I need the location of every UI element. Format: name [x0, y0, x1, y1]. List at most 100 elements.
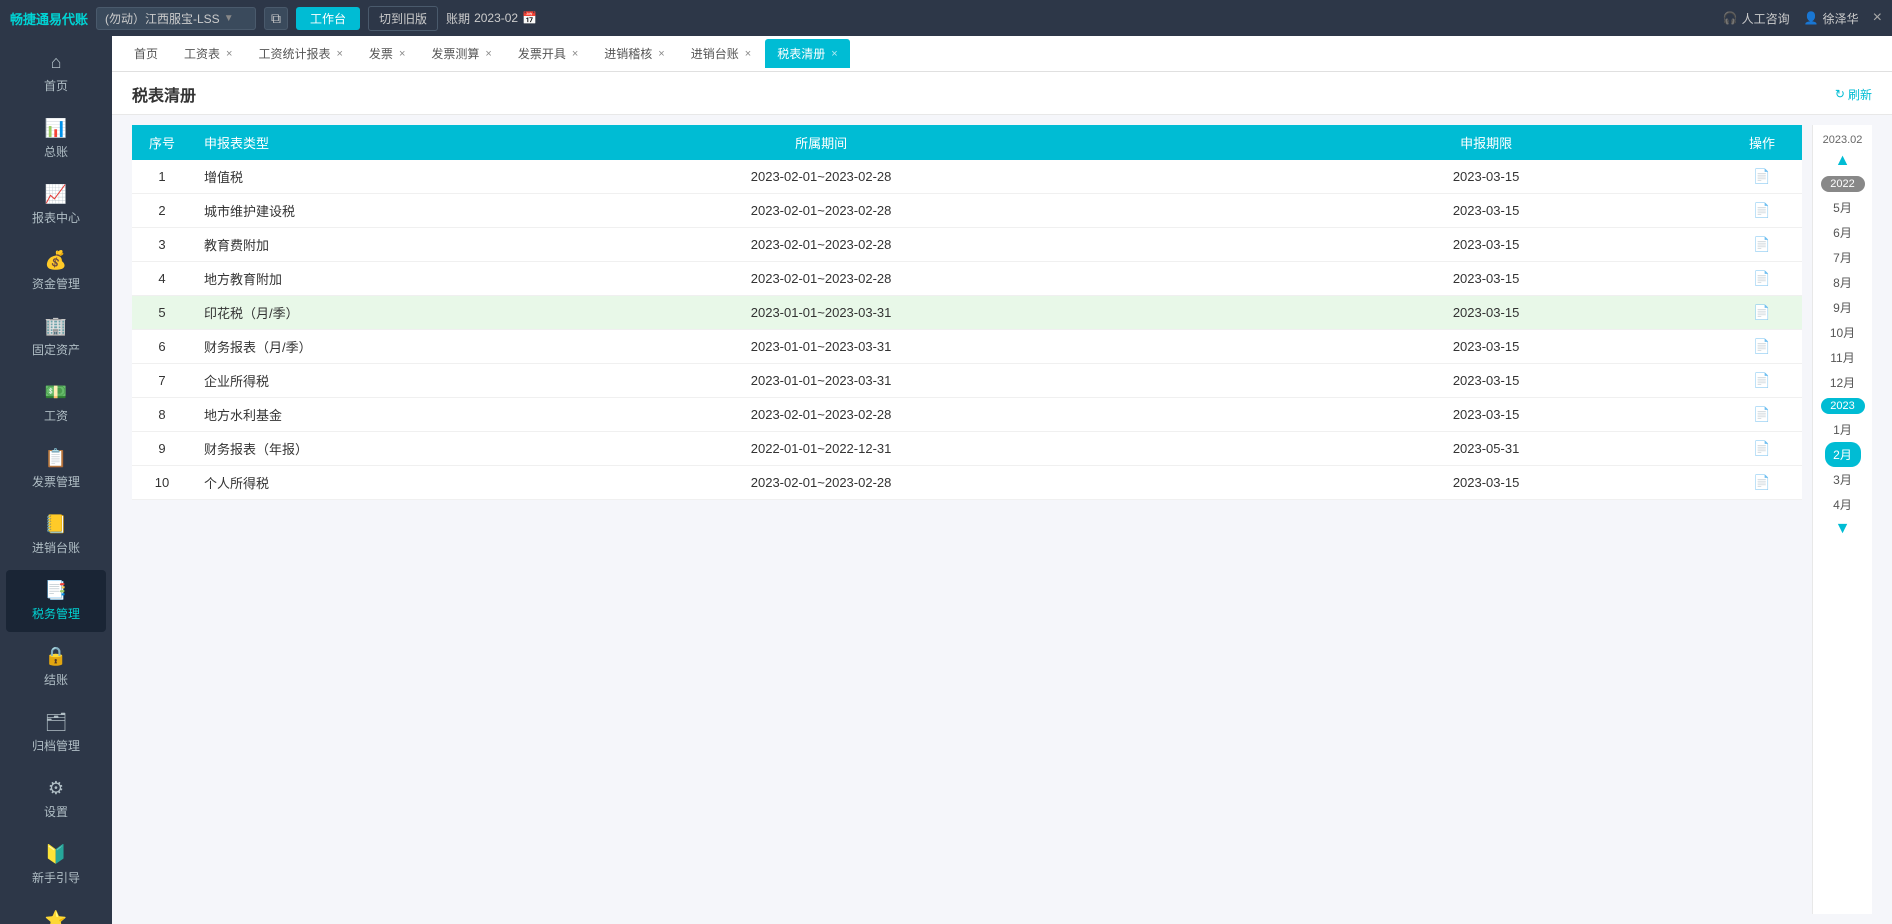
tax-mgmt-icon: 📑 [45, 580, 67, 601]
refresh-button[interactable]: ↻ 刷新 [1835, 86, 1872, 103]
tab-salary-stats-close[interactable]: × [336, 48, 342, 60]
sidebar-item-ledger[interactable]: 📊 总账 [6, 108, 106, 170]
cell-type: 企业所得税 [192, 364, 392, 398]
salary-icon: 💵 [45, 382, 67, 403]
action-file-icon[interactable]: 📄 [1753, 270, 1770, 286]
tab-tax-list-close[interactable]: × [831, 48, 837, 60]
period-value: 2023-02 [474, 11, 518, 25]
action-file-icon[interactable]: 📄 [1753, 372, 1770, 388]
sidebar-item-reports[interactable]: 📈 报表中心 [6, 174, 106, 236]
content-area: 首页 工资表 × 工资统计报表 × 发票 × 发票测算 × 发票开具 × [112, 36, 1892, 924]
action-file-icon[interactable]: 📄 [1753, 440, 1770, 456]
tab-salary-stats[interactable]: 工资统计报表 × [246, 39, 354, 68]
sidebar-item-funds[interactable]: 💰 资金管理 [6, 240, 106, 302]
user-profile[interactable]: 👤 徐泽华 [1804, 10, 1859, 27]
switch-old-button[interactable]: 切到旧版 [368, 6, 438, 31]
sidebar-item-tax-mgmt[interactable]: 📑 税务管理 [6, 570, 106, 632]
tab-invoice[interactable]: 发票 × [357, 39, 417, 68]
cell-seq: 9 [132, 432, 192, 466]
timeline-month-apr[interactable]: 4月 [1813, 492, 1872, 517]
tab-invoice-open-close[interactable]: × [572, 48, 578, 60]
cell-seq: 10 [132, 466, 192, 500]
timeline-month-may[interactable]: 5月 [1813, 195, 1872, 220]
timeline-month-dec[interactable]: 12月 [1813, 370, 1872, 395]
tab-purchase-review[interactable]: 进销稽核 × [592, 39, 676, 68]
sidebar-item-fixed-assets[interactable]: 🏢 固定资产 [6, 306, 106, 368]
company-selector[interactable]: (勿动）江西服宝-LSS ▼ [96, 7, 256, 30]
cell-period: 2023-02-01~2023-02-28 [392, 160, 1250, 194]
tab-invoice-calc-close[interactable]: × [485, 48, 491, 60]
workbench-button[interactable]: 工作台 [296, 7, 360, 30]
sidebar-item-invoice-mgmt[interactable]: 📋 发票管理 [6, 438, 106, 500]
sidebar-label-salary: 工资 [44, 407, 68, 424]
timeline-panel: 2023.02 ▲ 2022 5月 6月 7月 8月 9月 10月 11月 12… [1812, 125, 1872, 914]
sidebar-label-guide: 新手引导 [32, 869, 80, 886]
cell-action: 📄 [1722, 432, 1802, 466]
action-file-icon[interactable]: 📄 [1753, 338, 1770, 354]
sidebar-item-home[interactable]: ⌂ 首页 [6, 42, 106, 104]
col-deadline: 申报期限 [1250, 125, 1722, 160]
timeline-month-sep[interactable]: 9月 [1813, 295, 1872, 320]
ledger-icon: 📊 [45, 118, 67, 139]
guide-icon: 🔰 [45, 844, 67, 865]
col-type: 申报表类型 [192, 125, 392, 160]
tab-tax-list[interactable]: 税表清册 × [765, 39, 849, 68]
sidebar-label-ledger: 总账 [44, 143, 68, 160]
action-file-icon[interactable]: 📄 [1753, 406, 1770, 422]
sidebar-item-guide[interactable]: 🔰 新手引导 [6, 834, 106, 896]
sidebar-item-member[interactable]: ⭐ 畅会员 [6, 900, 106, 924]
timeline-month-jan[interactable]: 1月 [1813, 417, 1872, 442]
cell-type: 财务报表（月/季） [192, 330, 392, 364]
timeline-month-oct[interactable]: 10月 [1813, 320, 1872, 345]
tab-purchase-ledger-label: 进销台账 [691, 45, 739, 62]
timeline-month-nov[interactable]: 11月 [1813, 345, 1872, 370]
timeline-year-2023[interactable]: 2023 [1821, 398, 1865, 414]
action-file-icon[interactable]: 📄 [1753, 202, 1770, 218]
tab-salary-table-label: 工资表 [184, 45, 220, 62]
cell-deadline: 2023-03-15 [1250, 228, 1722, 262]
tab-purchase-ledger[interactable]: 进销台账 × [679, 39, 763, 68]
action-file-icon[interactable]: 📄 [1753, 474, 1770, 490]
timeline-down-arrow[interactable]: ▼ [1835, 517, 1851, 541]
topbar-right: 🎧 人工咨询 👤 徐泽华 × [1723, 9, 1882, 27]
timeline-month-jul[interactable]: 7月 [1813, 245, 1872, 270]
timeline-month-aug[interactable]: 8月 [1813, 270, 1872, 295]
timeline-up-arrow[interactable]: ▲ [1835, 149, 1851, 173]
action-file-icon[interactable]: 📄 [1753, 236, 1770, 252]
tab-salary-table[interactable]: 工资表 × [172, 39, 244, 68]
action-file-icon[interactable]: 📄 [1753, 304, 1770, 320]
sidebar-item-salary[interactable]: 💵 工资 [6, 372, 106, 434]
tab-salary-table-close[interactable]: × [226, 48, 232, 60]
tab-invoice-open[interactable]: 发票开具 × [506, 39, 590, 68]
close-button[interactable]: × [1873, 9, 1882, 27]
timeline-year-2022[interactable]: 2022 [1821, 176, 1865, 192]
sidebar-item-archive[interactable]: 🗂 归档管理 [6, 702, 106, 764]
timeline-month-jun[interactable]: 6月 [1813, 220, 1872, 245]
cell-action: 📄 [1722, 330, 1802, 364]
cell-period: 2023-01-01~2023-03-31 [392, 296, 1250, 330]
calendar-icon[interactable]: 📅 [522, 11, 537, 25]
home-icon: ⌂ [51, 52, 62, 73]
tab-salary-stats-label: 工资统计报表 [258, 45, 330, 62]
sidebar-label-funds: 资金管理 [32, 275, 80, 292]
app-logo: 畅捷通易代账 [10, 9, 88, 28]
tabbar: 首页 工资表 × 工资统计报表 × 发票 × 发票测算 × 发票开具 × [112, 36, 1892, 72]
copy-icon[interactable]: ⧉ [264, 7, 288, 30]
action-file-icon[interactable]: 📄 [1753, 168, 1770, 184]
cell-period: 2023-02-01~2023-02-28 [392, 228, 1250, 262]
timeline-month-feb[interactable]: 2月 [1825, 442, 1861, 467]
tab-invoice-calc[interactable]: 发票测算 × [419, 39, 503, 68]
sidebar-item-closing[interactable]: 🔒 结账 [6, 636, 106, 698]
cell-seq: 6 [132, 330, 192, 364]
ai-consult[interactable]: 🎧 人工咨询 [1723, 10, 1790, 27]
sidebar-item-sales-ledger[interactable]: 📒 进销台账 [6, 504, 106, 566]
tab-purchase-ledger-close[interactable]: × [745, 48, 751, 60]
sidebar-item-settings[interactable]: ⚙ 设置 [6, 768, 106, 830]
cell-deadline: 2023-03-15 [1250, 194, 1722, 228]
tab-invoice-close[interactable]: × [399, 48, 405, 60]
timeline-month-mar[interactable]: 3月 [1813, 467, 1872, 492]
tab-home[interactable]: 首页 [122, 39, 170, 68]
tab-purchase-review-close[interactable]: × [658, 48, 664, 60]
sidebar-label-closing: 结账 [44, 671, 68, 688]
tax-table: 序号 申报表类型 所属期间 申报期限 操作 1 增值税 2023-02-01~2… [132, 125, 1802, 500]
